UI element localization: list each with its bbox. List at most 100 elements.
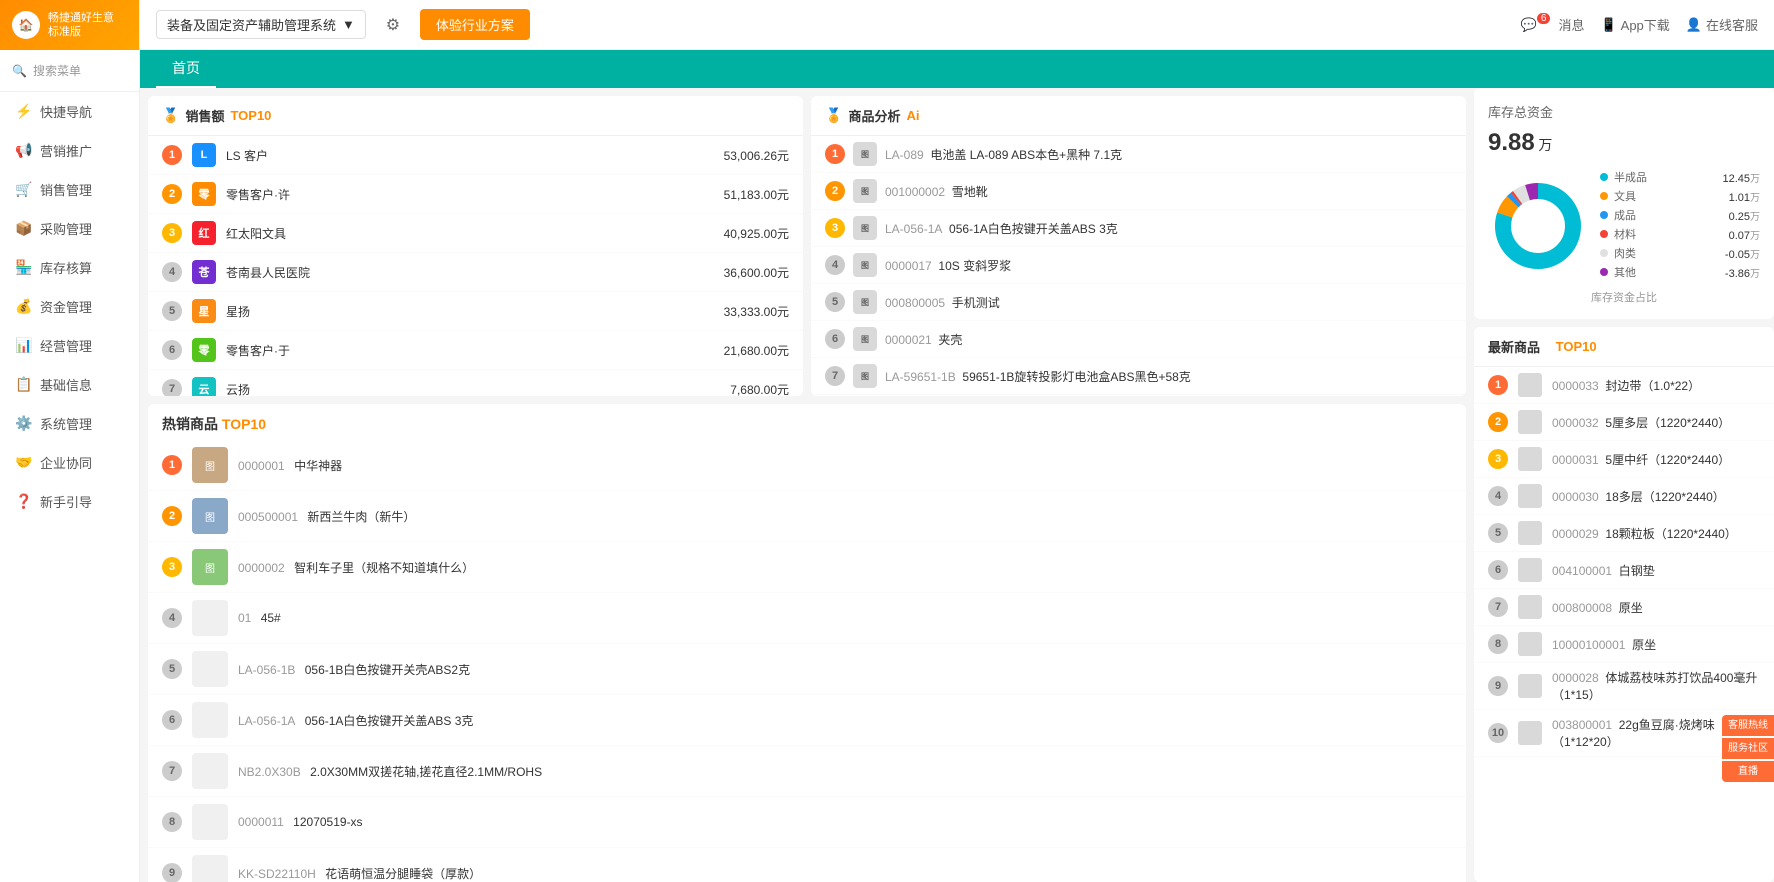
customer-name: 零售客户·于 xyxy=(226,342,714,359)
legend-dot xyxy=(1600,211,1608,219)
sidebar-item-system[interactable]: ⚙️ 系统管理 xyxy=(0,404,139,443)
legend-dot xyxy=(1600,192,1608,200)
sidebar-item-sales[interactable]: 🛒 销售管理 xyxy=(0,170,139,209)
product-info: 0000030 18多层（1220*2440） xyxy=(1552,488,1760,505)
rank-number: 3 xyxy=(825,218,845,238)
settings-button[interactable]: ⚙ xyxy=(378,10,408,40)
product-image xyxy=(192,855,228,882)
trial-btn[interactable]: 体验行业方案 xyxy=(420,9,530,40)
new-products-panel: 最新商品 TOP10 1 0000033 封边带（1.0*22） 2 xyxy=(1474,327,1774,882)
product-thumb: 图 xyxy=(853,142,877,166)
rank-number: 6 xyxy=(162,710,182,730)
customer-ranking-header: 🏅 销售额 TOP10 xyxy=(148,96,803,136)
legend-item: 其他 -3.86万 xyxy=(1600,264,1760,280)
list-item: 2 零 零售客户·许 51,183.00元 xyxy=(148,175,803,214)
product-name: LA-59651-1B 59651-1B旋转投影灯电池盒ABS黑色+58克 xyxy=(885,368,1452,385)
inventory-chart-area: 半成品 12.45万 文具 1.01万 成品 0.25万 xyxy=(1488,169,1760,283)
rank-number: 1 xyxy=(1488,375,1508,395)
float-service: 客服热线 服务社区 直播 xyxy=(1722,715,1774,782)
avatar: 云 xyxy=(192,377,216,396)
tab-home[interactable]: 首页 xyxy=(156,50,216,88)
sidebar-item-purchase[interactable]: 📦 采购管理 xyxy=(0,209,139,248)
list-item: 3 红 红太阳文具 40,925.00元 xyxy=(148,214,803,253)
product-info: 01 45# xyxy=(238,611,1452,625)
topbar-right: 💬 6 消息 📱 App下载 👤 在线客服 xyxy=(1521,15,1758,34)
sidebar-item-finance[interactable]: 💰 资金管理 xyxy=(0,287,139,326)
inventory-icon: 🏪 xyxy=(16,260,32,276)
list-item: 1 图 LA-089 电池盖 LA-089 ABS本色+黑种 7.1克 xyxy=(811,136,1466,173)
list-item: 5 LA-056-1B 056-1B白色按键开关壳ABS2克 xyxy=(148,644,1466,695)
inventory-legend: 半成品 12.45万 文具 1.01万 成品 0.25万 xyxy=(1600,169,1760,283)
product-thumb: 图 xyxy=(853,290,877,314)
product-name: LA-056-1A 056-1A白色按键开关盖ABS 3克 xyxy=(885,220,1452,237)
legend-dot xyxy=(1600,173,1608,181)
float-community-btn[interactable]: 服务社区 xyxy=(1722,738,1774,759)
customer-name: 星扬 xyxy=(226,303,714,320)
float-service-btn[interactable]: 客服热线 xyxy=(1722,715,1774,736)
rank-number: 3 xyxy=(162,223,182,243)
list-item: 9 0000028 体城荔枝味苏打饮品400毫升（1*15） xyxy=(1474,663,1774,710)
operations-icon: 📊 xyxy=(16,338,32,354)
enterprise-icon: 🤝 xyxy=(16,455,32,471)
rank-number: 6 xyxy=(825,329,845,349)
product-info: 0000001 中华神器 xyxy=(238,457,1452,474)
donut-chart xyxy=(1488,176,1588,276)
product-info: LA-056-1A 056-1A白色按键开关盖ABS 3克 xyxy=(238,712,1452,729)
sidebar-item-guide[interactable]: ❓ 新手引导 xyxy=(0,482,139,521)
marketing-icon: 📢 xyxy=(16,143,32,159)
panels-container: 🏅 销售额 TOP10 1 L LS 客户 53,006.26元 xyxy=(140,88,1474,882)
medal-icon2: 🏅 xyxy=(825,107,842,124)
product-image xyxy=(192,651,228,687)
list-item: 4 01 45# xyxy=(148,593,1466,644)
product-ranking-header: 🏅 商品分析 Ai xyxy=(811,96,1466,136)
product-image: 图 xyxy=(192,447,228,483)
inventory-panel: 库存总资金 9.88 万 xyxy=(1474,88,1774,319)
list-item: 9 KK-SD22110H 花语萌恒温分腿睡袋（厚款） xyxy=(148,848,1466,882)
list-item: 5 图 000800005 手机测试 xyxy=(811,284,1466,321)
list-item: 4 苍 苍南县人民医院 36,600.00元 xyxy=(148,253,803,292)
product-name: 0000017 10S 变斜罗浆 xyxy=(885,257,1452,274)
rank-number: 5 xyxy=(825,292,845,312)
medal-icon: 🏅 xyxy=(162,107,179,124)
logo-text: 畅捷通好生意 标准版 xyxy=(48,11,114,40)
sidebar-item-inventory[interactable]: 🏪 库存核算 xyxy=(0,248,139,287)
hot-products-panel: 热销商品 TOP10 1 图 0000001 中华神器 xyxy=(148,404,1466,882)
app-download-button[interactable]: 📱 App下载 xyxy=(1600,15,1669,34)
sidebar-item-basic-info[interactable]: 📋 基础信息 xyxy=(0,365,139,404)
product-info: 0000002 智利车子里（规格不知道填什么） xyxy=(238,559,1452,576)
list-item: 2 图 000500001 新西兰牛肉（新牛） xyxy=(148,491,1466,542)
legend-dot xyxy=(1600,249,1608,257)
legend-item: 半成品 12.45万 xyxy=(1600,169,1760,185)
system-icon: ⚙️ xyxy=(16,416,32,432)
inventory-total: 9.88 万 xyxy=(1488,129,1760,157)
customer-value: 53,006.26元 xyxy=(724,147,789,164)
rank-number: 2 xyxy=(825,181,845,201)
rank-number: 1 xyxy=(162,145,182,165)
list-item: 1 0000033 封边带（1.0*22） xyxy=(1474,367,1774,404)
rank-number: 10 xyxy=(1488,723,1508,743)
list-item: 4 0000030 18多层（1220*2440） xyxy=(1474,478,1774,515)
rank-number: 4 xyxy=(162,608,182,628)
online-service-button[interactable]: 👤 在线客服 xyxy=(1686,15,1758,34)
logo-icon: 🏠 xyxy=(12,11,40,39)
sidebar-item-operations[interactable]: 📊 经营管理 xyxy=(0,326,139,365)
sidebar-search[interactable]: 🔍 搜索菜单 xyxy=(0,50,139,92)
product-image: 图 xyxy=(192,498,228,534)
sidebar-item-enterprise[interactable]: 🤝 企业协同 xyxy=(0,443,139,482)
sidebar-item-quick-nav[interactable]: ⚡ 快捷导航 xyxy=(0,92,139,131)
float-live-btn[interactable]: 直播 xyxy=(1722,761,1774,782)
list-item: 7 云 云扬 7,680.00元 xyxy=(148,370,803,396)
customer-value: 7,680.00元 xyxy=(730,381,789,397)
list-item: 6 零 零售客户·于 21,680.00元 xyxy=(148,331,803,370)
product-info: NB2.0X30B 2.0X30MM双搓花轴,搓花直径2.1MM/ROHS xyxy=(238,763,1452,780)
product-thumb: 图 xyxy=(853,253,877,277)
sidebar-item-marketing[interactable]: 📢 营销推广 xyxy=(0,131,139,170)
product-image xyxy=(192,600,228,636)
product-info: 0000029 18颗粒板（1220*2440） xyxy=(1552,525,1760,542)
search-icon: 🔍 xyxy=(12,64,27,78)
legend-item: 材料 0.07万 xyxy=(1600,226,1760,242)
list-item: 2 0000032 5厘多层（1220*2440） xyxy=(1474,404,1774,441)
rank-number: 8 xyxy=(1488,634,1508,654)
messages-button[interactable]: 💬 6 消息 xyxy=(1521,15,1585,34)
system-selector[interactable]: 装备及固定资产辅助管理系统 ▼ xyxy=(156,10,366,39)
